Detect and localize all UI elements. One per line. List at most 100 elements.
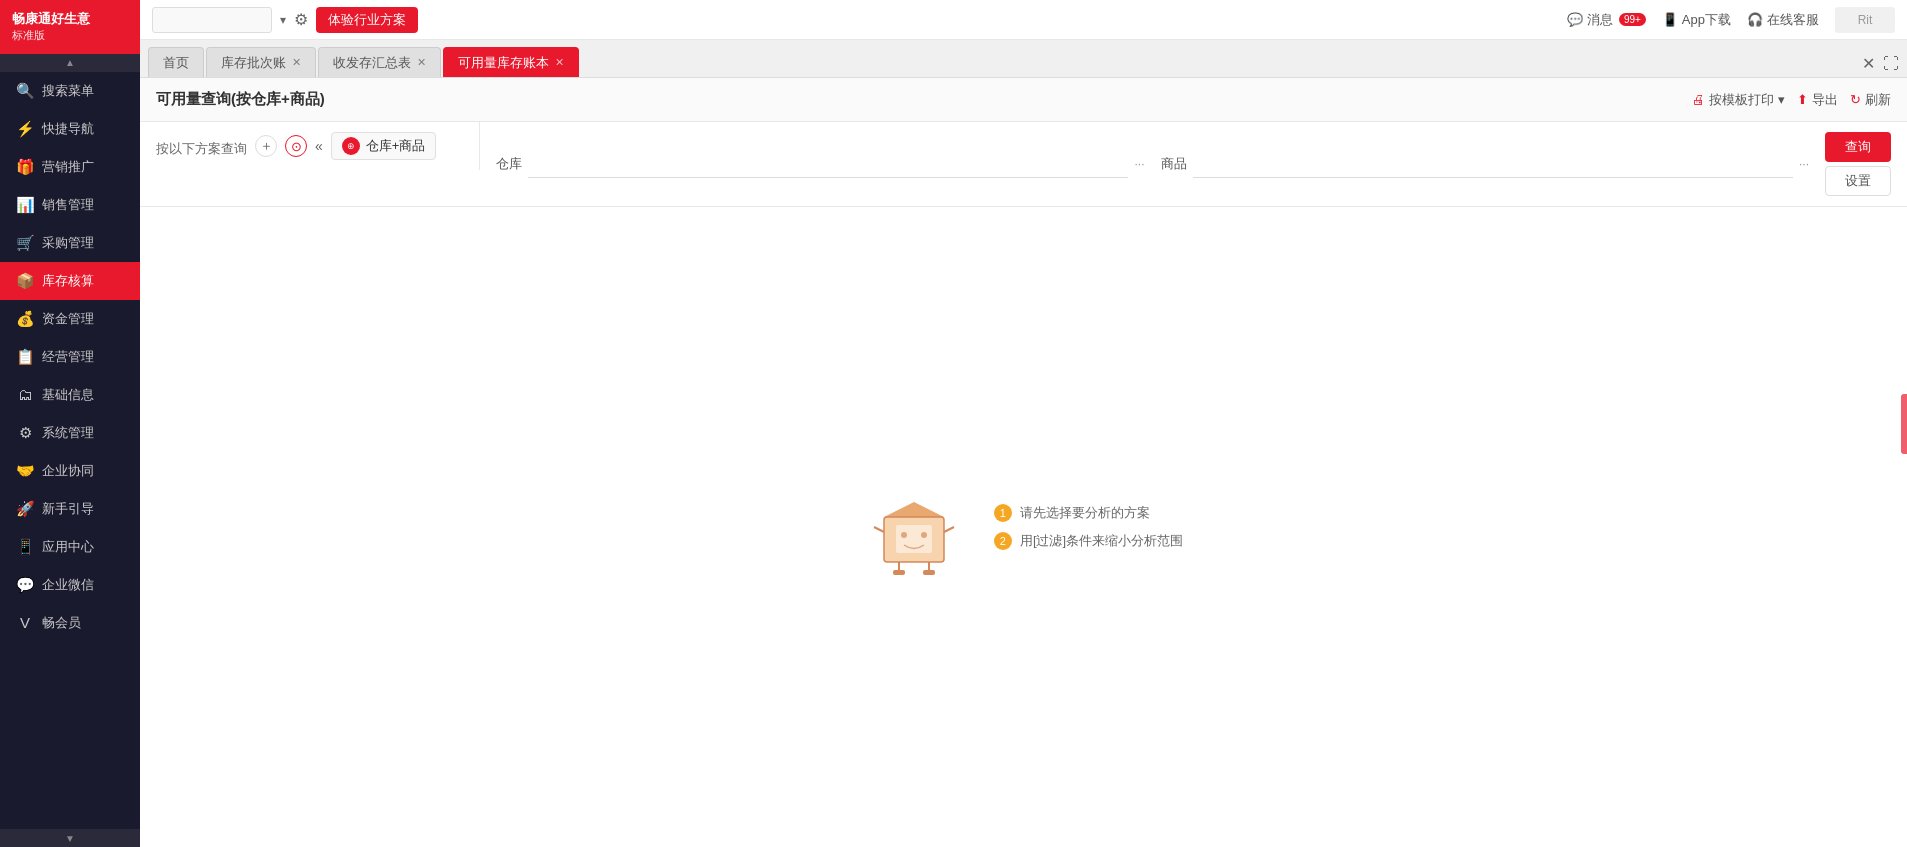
sidebar-label-finance: 资金管理: [42, 310, 94, 328]
warehouse-input[interactable]: [528, 150, 1128, 178]
svg-rect-10: [893, 570, 905, 575]
topbar-right: 💬 消息 99+ 📱 App下载 🎧 在线客服 Rit: [1567, 7, 1895, 33]
product-field-group: 商品 ···: [1161, 150, 1810, 178]
sidebar-header: 畅康通好生意 标准版: [0, 0, 140, 54]
finance-icon: 💰: [16, 310, 34, 328]
sidebar-item-new-guide[interactable]: 🚀 新手引导: [0, 490, 140, 528]
tab-home[interactable]: 首页: [148, 47, 204, 77]
sidebar-label-operations: 经营管理: [42, 348, 94, 366]
sidebar-item-wechat-biz[interactable]: 💬 企业微信: [0, 566, 140, 604]
main-area: ▾ ⚙ 体验行业方案 💬 消息 99+ 📱 App下载 🎧 在线客服 Rit: [140, 0, 1907, 847]
print-template-label: 按模板打印: [1709, 91, 1774, 109]
svg-line-6: [874, 527, 884, 532]
add-scheme-button[interactable]: ＋: [255, 135, 277, 157]
tab-batch-account-close[interactable]: ✕: [292, 56, 301, 69]
print-template-button[interactable]: 🖨 按模板打印 ▾: [1692, 91, 1785, 109]
tab-recv-summary[interactable]: 收发存汇总表 ✕: [318, 47, 441, 77]
empty-illustration: [864, 477, 964, 577]
sidebar-item-app-center[interactable]: 📱 应用中心: [0, 528, 140, 566]
print-dropdown-icon[interactable]: ▾: [1778, 92, 1785, 107]
tab-recv-summary-label: 收发存汇总表: [333, 54, 411, 72]
sidebar-label-wechat-biz: 企业微信: [42, 576, 94, 594]
product-more-button[interactable]: ···: [1799, 157, 1809, 171]
sidebar-item-marketing[interactable]: 🎁 营销推广: [0, 148, 140, 186]
sidebar-item-purchase[interactable]: 🛒 采购管理: [0, 224, 140, 262]
sidebar-item-finance[interactable]: 💰 资金管理: [0, 300, 140, 338]
message-badge: 99+: [1619, 13, 1646, 26]
tab-batch-account-label: 库存批次账: [221, 54, 286, 72]
settings-button[interactable]: 设置: [1825, 166, 1891, 196]
empty-state-inner: 1 请先选择要分析的方案 2 用[过滤]条件来缩小分析范围: [864, 477, 1183, 577]
app-download-item[interactable]: 📱 App下载: [1662, 11, 1731, 29]
sidebar-item-search[interactable]: 🔍 搜索菜单: [0, 72, 140, 110]
warehouse-product-scheme[interactable]: ⊕ 仓库+商品: [331, 132, 437, 160]
base-info-icon: 🗂: [16, 386, 34, 403]
tab-batch-account[interactable]: 库存批次账 ✕: [206, 47, 316, 77]
topbar-search-input[interactable]: [152, 7, 272, 33]
sidebar-item-member[interactable]: V 畅会员: [0, 604, 140, 642]
warehouse-more-button[interactable]: ···: [1134, 157, 1144, 171]
svg-point-5: [921, 532, 927, 538]
collapse-filter-button[interactable]: «: [315, 138, 323, 154]
tabs-actions: ✕ ⛶: [1862, 54, 1899, 77]
sidebar-item-enterprise[interactable]: 🤝 企业协同: [0, 452, 140, 490]
sidebar-label-new-guide: 新手引导: [42, 500, 94, 518]
sidebar-item-sales[interactable]: 📊 销售管理: [0, 186, 140, 224]
topbar-dropdown-button[interactable]: ▾: [280, 7, 286, 33]
sidebar-item-shortcut[interactable]: ⚡ 快捷导航: [0, 110, 140, 148]
sidebar-label-member: 畅会员: [42, 614, 81, 632]
system-icon: ⚙: [16, 424, 34, 442]
sidebar-item-inventory[interactable]: 📦 库存核算: [0, 262, 140, 300]
query-button[interactable]: 查询: [1825, 132, 1891, 162]
topbar-gear-icon[interactable]: ⚙: [294, 10, 308, 29]
sidebar-item-operations[interactable]: 📋 经营管理: [0, 338, 140, 376]
tabs-bar: 首页 库存批次账 ✕ 收发存汇总表 ✕ 可用量库存账本 ✕ ✕ ⛶: [140, 40, 1907, 78]
page-header: 可用量查询(按仓库+商品) 🖨 按模板打印 ▾ ⬆ 导出 ↻ 刷新: [140, 78, 1907, 122]
industry-plan-button[interactable]: 体验行业方案: [316, 7, 418, 33]
sidebar-item-system[interactable]: ⚙ 系统管理: [0, 414, 140, 452]
user-avatar[interactable]: Rit: [1835, 7, 1895, 33]
svg-point-4: [901, 532, 907, 538]
scheme-label: 仓库+商品: [366, 137, 426, 155]
topbar: ▾ ⚙ 体验行业方案 💬 消息 99+ 📱 App下载 🎧 在线客服 Rit: [140, 0, 1907, 40]
message-label: 消息: [1587, 11, 1613, 29]
scheme-logo-icon: ⊕: [342, 137, 360, 155]
refresh-button[interactable]: ↻ 刷新: [1850, 91, 1891, 109]
sidebar: 畅康通好生意 标准版 ▲ 🔍 搜索菜单 ⚡ 快捷导航 🎁 营销推广 📊 销售管理…: [0, 0, 140, 847]
headset-icon: 🎧: [1747, 12, 1763, 27]
svg-marker-1: [884, 502, 944, 517]
tab-fullscreen-button[interactable]: ⛶: [1883, 55, 1899, 73]
refresh-label: 刷新: [1865, 91, 1891, 109]
online-support-item[interactable]: 🎧 在线客服: [1747, 11, 1819, 29]
app-name: 畅康通好生意: [12, 10, 128, 28]
warehouse-label: 仓库: [496, 155, 522, 173]
warehouse-field-group: 仓库 ···: [496, 150, 1145, 178]
sidebar-scroll-down[interactable]: ▼: [0, 829, 140, 847]
user-display-name: Rit: [1858, 13, 1873, 27]
tab-available-stock[interactable]: 可用量库存账本 ✕: [443, 47, 579, 77]
export-button[interactable]: ⬆ 导出: [1797, 91, 1838, 109]
empty-state: 1 请先选择要分析的方案 2 用[过滤]条件来缩小分析范围: [140, 207, 1907, 847]
message-icon: 💬: [1567, 12, 1583, 27]
tab-recv-summary-close[interactable]: ✕: [417, 56, 426, 69]
product-input[interactable]: [1193, 150, 1793, 178]
tip-item-2: 2 用[过滤]条件来缩小分析范围: [994, 532, 1183, 550]
tip-item-1: 1 请先选择要分析的方案: [994, 504, 1183, 522]
tab-home-label: 首页: [163, 54, 189, 72]
app-download-label: App下载: [1682, 11, 1731, 29]
tip-text-1: 请先选择要分析的方案: [1020, 504, 1150, 522]
tab-available-stock-close[interactable]: ✕: [555, 56, 564, 69]
sidebar-item-base-info[interactable]: 🗂 基础信息: [0, 376, 140, 414]
sidebar-label-search: 搜索菜单: [42, 82, 94, 100]
tab-close-all-button[interactable]: ✕: [1862, 54, 1875, 73]
sidebar-scroll-up[interactable]: ▲: [0, 54, 140, 72]
product-label: 商品: [1161, 155, 1187, 173]
filter-label: 按以下方案查询: [156, 134, 247, 158]
print-icon: 🖨: [1692, 92, 1705, 107]
enterprise-icon: 🤝: [16, 462, 34, 480]
page-header-actions: 🖨 按模板打印 ▾ ⬆ 导出 ↻ 刷新: [1692, 91, 1891, 109]
message-item[interactable]: 💬 消息 99+: [1567, 11, 1646, 29]
app-version: 标准版: [12, 28, 128, 43]
sidebar-label-enterprise: 企业协同: [42, 462, 94, 480]
settings-scheme-button[interactable]: ⊙: [285, 135, 307, 157]
